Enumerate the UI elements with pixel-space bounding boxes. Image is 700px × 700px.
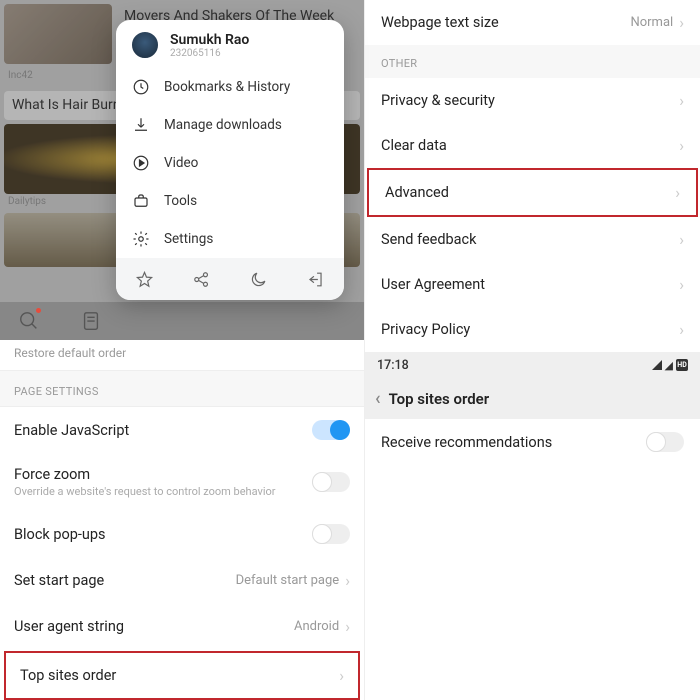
row-privacy-policy[interactable]: Privacy Policy › [365,307,700,352]
moon-icon[interactable] [249,270,268,289]
toggle-recommendations[interactable] [646,432,684,452]
menu-label: Tools [164,193,197,209]
row-label: Top sites order [20,667,339,684]
main-menu-popup: Sumukh Rao 232065116 Bookmarks & History… [116,20,344,300]
row-label: Clear data [381,137,447,154]
clock-icon [132,78,150,96]
menu-label: Manage downloads [164,117,282,133]
row-label: User agent string [14,618,294,635]
row-top-sites-order[interactable]: Top sites order › [4,651,360,700]
menu-video[interactable]: Video [116,144,344,182]
share-icon[interactable] [192,270,211,289]
avatar [130,30,160,60]
toggle-javascript[interactable] [312,420,350,440]
row-label: Enable JavaScript [14,422,312,439]
row-value: Default start page [236,573,340,588]
hd-icon: HD [676,359,688,371]
chevron-right-icon: › [679,136,684,155]
row-enable-javascript[interactable]: Enable JavaScript [0,407,364,453]
status-time: 17:18 [377,358,409,373]
row-label: Block pop-ups [14,526,312,543]
chevron-right-icon: › [675,183,680,202]
page-title: Top sites order [389,390,490,408]
star-icon[interactable] [135,270,154,289]
menu-bookmarks[interactable]: Bookmarks & History [116,68,344,106]
row-advanced[interactable]: Advanced › [367,168,698,217]
menu-settings[interactable]: Settings [116,220,344,258]
menu-tools[interactable]: Tools [116,182,344,220]
row-label: User Agreement [381,276,485,293]
chevron-right-icon: › [679,230,684,249]
back-icon[interactable]: ‹ [375,388,381,409]
row-label: Advanced [385,184,449,201]
play-icon [132,154,150,172]
row-privacy-security[interactable]: Privacy & security › [365,78,700,123]
row-value: Normal [630,15,673,30]
bottom-toolbar [0,302,364,340]
row-label: Receive recommendations [381,434,552,451]
row-start-page[interactable]: Set start page Default start page › [0,557,364,603]
popup-footer [116,258,344,300]
user-name: Sumukh Rao [170,32,249,48]
signal-icon [652,360,662,370]
row-user-agreement[interactable]: User Agreement › [365,262,700,307]
user-id: 232065116 [170,48,249,59]
row-receive-recommendations[interactable]: Receive recommendations [365,419,700,465]
toggle-force-zoom[interactable] [312,472,350,492]
page-header: ‹ Top sites order [365,378,700,419]
chevron-right-icon: › [345,617,350,636]
section-header: PAGE SETTINGS [0,370,364,407]
row-label: Set start page [14,572,236,589]
chevron-right-icon: › [679,320,684,339]
row-value: Android [294,619,339,634]
row-user-agent[interactable]: User agent string Android › [0,603,364,649]
menu-label: Video [164,155,198,171]
page-settings-panel: Restore default order PAGE SETTINGS Enab… [0,340,364,700]
row-label: Privacy & security [381,92,495,109]
row-label: Send feedback [381,231,476,248]
status-bar: 17:18 ◢ HD [365,352,700,378]
wifi-icon: ◢ [665,359,673,372]
chevron-right-icon: › [679,275,684,294]
chevron-right-icon: › [679,13,684,32]
row-label: Privacy Policy [381,321,470,338]
briefcase-icon [132,192,150,210]
row-clear-data[interactable]: Clear data › [365,123,700,168]
gear-icon [132,230,150,248]
notification-dot [36,308,41,313]
row-label: Webpage text size [381,14,499,31]
row-block-popups[interactable]: Block pop-ups [0,511,364,557]
row-text-size[interactable]: Webpage text size Normal › [365,0,700,45]
row-sublabel: Override a website's request to control … [14,485,312,498]
row-send-feedback[interactable]: Send feedback › [365,217,700,262]
download-icon [132,116,150,134]
toggle-block-popups[interactable] [312,524,350,544]
restore-default-label[interactable]: Restore default order [0,340,364,370]
chevron-right-icon: › [339,666,344,685]
menu-downloads[interactable]: Manage downloads [116,106,344,144]
menu-label: Settings [164,231,213,247]
exit-icon[interactable] [306,270,325,289]
page-icon[interactable] [80,310,102,332]
user-profile-row[interactable]: Sumukh Rao 232065116 [116,20,344,68]
chevron-right-icon: › [345,571,350,590]
row-force-zoom[interactable]: Force zoom Override a website's request … [0,453,364,511]
section-header: OTHER [365,45,700,78]
row-label: Force zoom [14,466,312,483]
menu-label: Bookmarks & History [164,79,290,95]
chevron-right-icon: › [679,91,684,110]
search-icon[interactable] [18,310,40,332]
